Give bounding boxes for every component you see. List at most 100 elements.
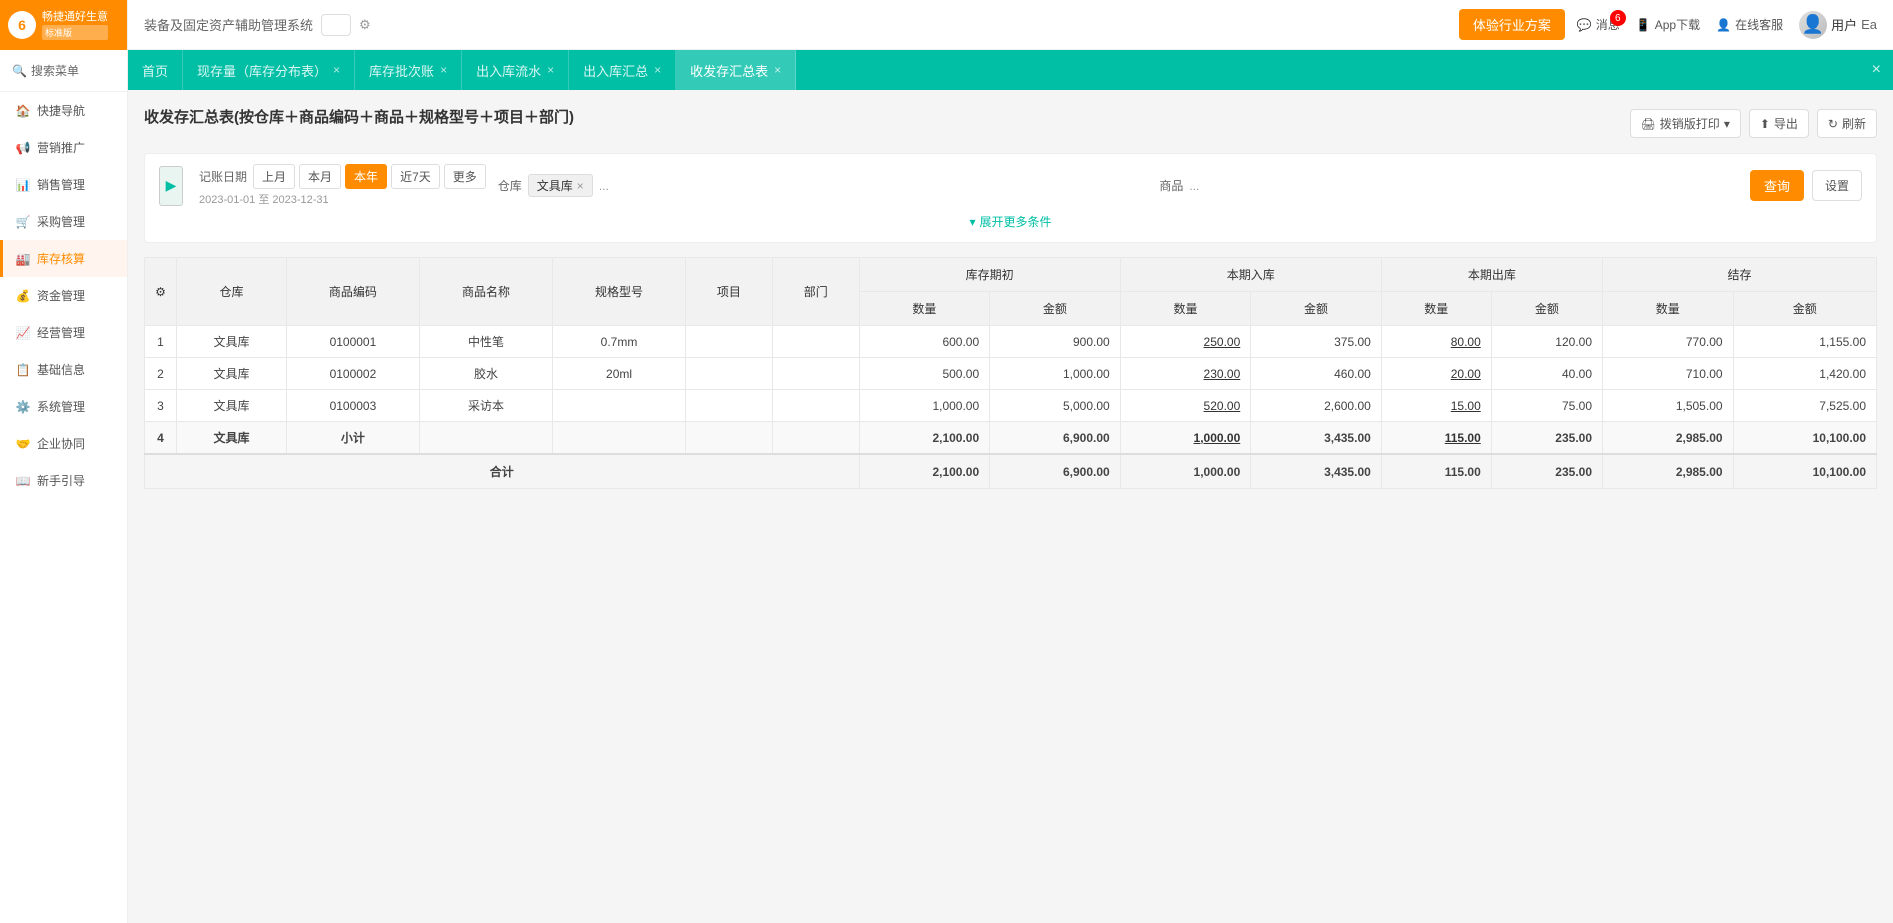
row-in-qty[interactable]: 250.00 <box>1120 326 1251 358</box>
tab-close-summary[interactable]: × <box>654 64 661 76</box>
row-in-qty[interactable]: 230.00 <box>1120 358 1251 390</box>
filter-settings-button[interactable]: 设置 <box>1812 170 1862 201</box>
table-row: 3文具库0100003采访本1,000.005,000.00520.002,60… <box>145 390 1877 422</box>
inventory-icon: 🏭 <box>15 251 31 267</box>
tab-close-inventory-dist[interactable]: × <box>333 64 340 76</box>
tab-stock-summary[interactable]: 收发存汇总表 × <box>676 50 796 90</box>
export-button[interactable]: ⬆ 导出 <box>1749 109 1809 138</box>
sidebar-item-purchase[interactable]: 🛒 采购管理 <box>0 203 127 240</box>
main-content: 装备及固定资产辅助管理系统 ⚙ 体验行业方案 💬 消息 6 📱 App下载 👤 … <box>128 0 1893 923</box>
expand-more-button[interactable]: ▾ 展开更多条件 <box>969 213 1051 230</box>
row-warehouse: 文具库 <box>177 390 287 422</box>
row-name <box>419 422 552 455</box>
sidebar-logo: 6 畅捷通好生意 标准版 <box>0 0 127 50</box>
row-out-amt: 40.00 <box>1491 358 1602 390</box>
row-out-qty[interactable]: 80.00 <box>1381 326 1491 358</box>
row-balance-qty: 2,985.00 <box>1603 422 1734 455</box>
row-out-qty[interactable]: 20.00 <box>1381 358 1491 390</box>
tab-inventory-dist[interactable]: 现存量（库存分布表） × <box>183 50 355 90</box>
row-balance-qty: 770.00 <box>1603 326 1734 358</box>
row-no: 4 <box>145 422 177 455</box>
enterprise-icon: 🤝 <box>15 436 31 452</box>
warehouse-tag-close[interactable]: × <box>577 179 584 193</box>
message-action[interactable]: 💬 消息 6 <box>1577 16 1620 33</box>
col-group-in: 本期入库 <box>1120 258 1381 292</box>
footer-out-qty: 115.00 <box>1381 454 1491 489</box>
date-buttons: 上月 本月 本年 近7天 更多 <box>253 164 486 189</box>
query-button[interactable]: 查询 <box>1750 170 1804 201</box>
page-header-actions: 🖨 拨销版打印 ▾ ⬆ 导出 ↻ 刷新 <box>1630 109 1877 138</box>
topbar-actions: 💬 消息 6 📱 App下载 👤 在线客服 👤 用户 Ea <box>1577 11 1877 39</box>
goods-more[interactable]: ... <box>1189 179 1199 193</box>
purchase-icon: 🛒 <box>15 214 31 230</box>
expand-more-section: ▾ 展开更多条件 <box>159 207 1862 232</box>
row-opening-amt: 6,900.00 <box>990 422 1121 455</box>
online-service-action[interactable]: 👤 在线客服 <box>1716 16 1783 33</box>
date-label: 记账日期 <box>199 168 247 185</box>
date-btn-this-year[interactable]: 本年 <box>345 164 387 189</box>
table-head: ⚙ 仓库 商品编码 商品名称 规格型号 项目 部门 库存期初 本期入库 本期出库… <box>145 258 1877 326</box>
col-in-amt: 金额 <box>1251 292 1382 326</box>
date-btn-7days[interactable]: 近7天 <box>391 164 440 189</box>
message-badge: 6 <box>1610 10 1626 26</box>
row-opening-qty: 500.00 <box>859 358 990 390</box>
search-menu-button[interactable]: 🔍 搜索菜单 <box>8 58 119 83</box>
table-row: 2文具库0100002胶水20ml500.001,000.00230.00460… <box>145 358 1877 390</box>
user-menu[interactable]: 👤 用户 Ea <box>1799 11 1877 39</box>
row-dept <box>772 422 859 455</box>
footer-balance-amt: 10,100.00 <box>1733 454 1876 489</box>
row-balance-amt: 7,525.00 <box>1733 390 1876 422</box>
date-btn-last-month[interactable]: 上月 <box>253 164 295 189</box>
col-balance-amt: 金额 <box>1733 292 1876 326</box>
tab-home[interactable]: 首页 <box>128 50 183 90</box>
sidebar-item-business[interactable]: 📈 经营管理 <box>0 314 127 351</box>
row-opening-amt: 900.00 <box>990 326 1121 358</box>
tab-flow[interactable]: 出入库流水 × <box>462 50 569 90</box>
row-warehouse: 文具库 <box>177 422 287 455</box>
tab-close-stock-summary[interactable]: × <box>774 64 781 76</box>
app-download-action[interactable]: 📱 App下载 <box>1636 16 1700 33</box>
row-opening-qty: 600.00 <box>859 326 990 358</box>
tab-bar: 首页 现存量（库存分布表） × 库存批次账 × 出入库流水 × 出入库汇总 × … <box>128 50 1893 90</box>
filter-goods-section: 商品 ... <box>1159 177 1199 194</box>
row-out-qty: 115.00 <box>1381 422 1491 455</box>
date-btn-more[interactable]: 更多 <box>444 164 486 189</box>
col-code: 商品编码 <box>286 258 419 326</box>
tab-summary[interactable]: 出入库汇总 × <box>569 50 676 90</box>
tab-batch[interactable]: 库存批次账 × <box>355 50 462 90</box>
date-btn-this-month[interactable]: 本月 <box>299 164 341 189</box>
col-settings[interactable]: ⚙ <box>145 258 177 326</box>
print-button[interactable]: 🖨 拨销版打印 ▾ <box>1630 109 1741 138</box>
sidebar-item-sales[interactable]: 📊 销售管理 <box>0 166 127 203</box>
sidebar-item-basic[interactable]: 📋 基础信息 <box>0 351 127 388</box>
sidebar-item-system[interactable]: ⚙️ 系统管理 <box>0 388 127 425</box>
settings-icon[interactable]: ⚙ <box>359 17 371 33</box>
sidebar-item-enterprise[interactable]: 🤝 企业协同 <box>0 425 127 462</box>
business-icon: 📈 <box>15 325 31 341</box>
row-in-qty: 1,000.00 <box>1120 422 1251 455</box>
col-group-balance: 结存 <box>1603 258 1877 292</box>
sidebar-item-inventory[interactable]: 🏭 库存核算 <box>0 240 127 277</box>
row-out-amt: 75.00 <box>1491 390 1602 422</box>
row-balance-amt: 10,100.00 <box>1733 422 1876 455</box>
refresh-button[interactable]: ↻ 刷新 <box>1817 109 1877 138</box>
row-out-qty[interactable]: 15.00 <box>1381 390 1491 422</box>
page-header: 收发存汇总表(按仓库＋商品编码＋商品＋规格型号＋项目＋部门) 🖨 拨销版打印 ▾… <box>144 106 1877 141</box>
warehouse-more[interactable]: ... <box>599 179 609 193</box>
col-opening-qty: 数量 <box>859 292 990 326</box>
filter-row-main: ▶ 记账日期 上月 本月 本年 近7天 更多 202 <box>159 164 1862 207</box>
sidebar-item-quick-nav[interactable]: 🏠 快捷导航 <box>0 92 127 129</box>
sidebar-item-finance[interactable]: 💰 资金管理 <box>0 277 127 314</box>
avatar: 👤 <box>1799 11 1827 39</box>
row-in-qty[interactable]: 520.00 <box>1120 390 1251 422</box>
system-selector[interactable] <box>321 14 351 36</box>
tab-close-batch[interactable]: × <box>440 64 447 76</box>
trial-button[interactable]: 体验行业方案 <box>1459 9 1565 40</box>
sidebar-item-guide[interactable]: 📖 新手引导 <box>0 462 127 499</box>
row-code: 0100003 <box>286 390 419 422</box>
filter-collapse-button[interactable]: ▶ <box>159 166 183 206</box>
tab-close-flow[interactable]: × <box>547 64 554 76</box>
row-in-amt: 460.00 <box>1251 358 1382 390</box>
sidebar-item-marketing[interactable]: 📢 营销推广 <box>0 129 127 166</box>
close-all-tabs[interactable]: × <box>1860 61 1893 79</box>
